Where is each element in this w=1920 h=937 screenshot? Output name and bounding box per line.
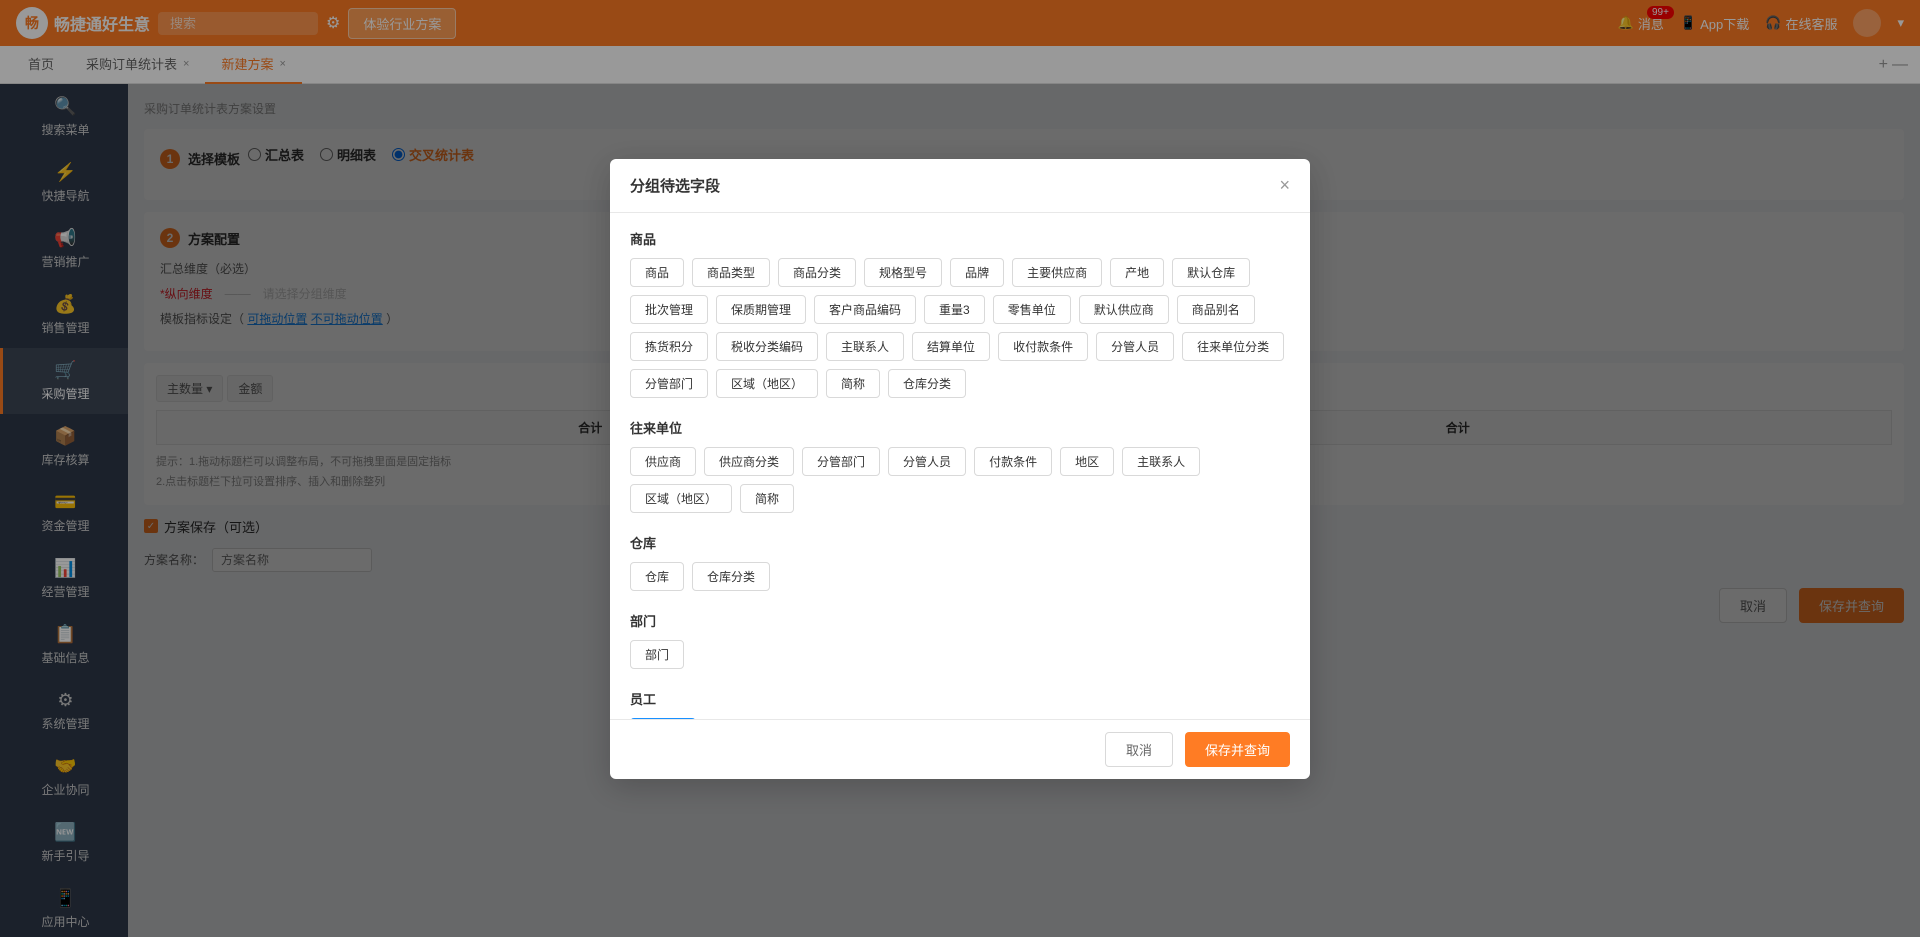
field-default-supplier[interactable]: 默认供应商 <box>1079 295 1169 324</box>
field-brand[interactable]: 品牌 <box>950 258 1004 287</box>
field-payment-terms[interactable]: 收付款条件 <box>998 332 1088 361</box>
field-pick-score[interactable]: 拣货积分 <box>630 332 708 361</box>
field-area-region[interactable]: 区域（地区） <box>716 369 818 398</box>
field-settlement-unit[interactable]: 结算单位 <box>912 332 990 361</box>
field-weight3[interactable]: 重量3 <box>924 295 985 324</box>
field-product-category[interactable]: 商品分类 <box>778 258 856 287</box>
modal-close-button[interactable]: × <box>1279 175 1290 196</box>
field-product-type[interactable]: 商品类型 <box>692 258 770 287</box>
field-party-dept[interactable]: 分管部门 <box>802 447 880 476</box>
modal-cancel-button[interactable]: 取消 <box>1105 732 1173 767</box>
field-spec-model[interactable]: 规格型号 <box>864 258 942 287</box>
field-main-supplier[interactable]: 主要供应商 <box>1012 258 1102 287</box>
section-warehouse-title: 仓库 <box>630 533 1290 552</box>
field-main-contact[interactable]: 主联系人 <box>826 332 904 361</box>
field-customer-code[interactable]: 客户商品编码 <box>814 295 916 324</box>
field-manager[interactable]: 分管人员 <box>1096 332 1174 361</box>
field-party-category[interactable]: 往来单位分类 <box>1182 332 1284 361</box>
modal-save-query-button[interactable]: 保存并查询 <box>1185 732 1290 767</box>
field-supplier-category[interactable]: 供应商分类 <box>704 447 794 476</box>
section-dept: 部门 部门 <box>630 611 1290 669</box>
field-region[interactable]: 地区 <box>1060 447 1114 476</box>
field-party-abbr[interactable]: 简称 <box>740 484 794 513</box>
dept-fields: 部门 <box>630 640 1290 669</box>
section-product: 商品 商品 商品类型 商品分类 规格型号 品牌 主要供应商 产地 默认仓库 批次… <box>630 229 1290 398</box>
field-warehouse[interactable]: 仓库 <box>630 562 684 591</box>
section-dept-title: 部门 <box>630 611 1290 630</box>
section-product-title: 商品 <box>630 229 1290 248</box>
modal-header: 分组待选字段 × <box>610 159 1310 213</box>
section-employee-title: 员工 <box>630 689 1290 708</box>
field-origin[interactable]: 产地 <box>1110 258 1164 287</box>
modal-overlay: 分组待选字段 × 商品 商品 商品类型 商品分类 规格型号 品牌 主要供应商 产… <box>0 0 1920 937</box>
section-party-title: 往来单位 <box>630 418 1290 437</box>
modal-footer: 取消 保存并查询 <box>610 719 1310 779</box>
product-fields: 商品 商品类型 商品分类 规格型号 品牌 主要供应商 产地 默认仓库 批次管理 … <box>630 258 1290 398</box>
field-selection-modal: 分组待选字段 × 商品 商品 商品类型 商品分类 规格型号 品牌 主要供应商 产… <box>610 159 1310 779</box>
field-dept[interactable]: 分管部门 <box>630 369 708 398</box>
field-party-contact[interactable]: 主联系人 <box>1122 447 1200 476</box>
field-default-warehouse[interactable]: 默认仓库 <box>1172 258 1250 287</box>
party-fields: 供应商 供应商分类 分管部门 分管人员 付款条件 地区 主联系人 区域（地区） … <box>630 447 1290 513</box>
warehouse-fields: 仓库 仓库分类 <box>630 562 1290 591</box>
modal-title: 分组待选字段 <box>630 175 720 196</box>
field-warehouse-cat[interactable]: 仓库分类 <box>692 562 770 591</box>
field-tax-code[interactable]: 税收分类编码 <box>716 332 818 361</box>
field-abbr[interactable]: 简称 <box>826 369 880 398</box>
field-pay-terms[interactable]: 付款条件 <box>974 447 1052 476</box>
section-warehouse: 仓库 仓库 仓库分类 <box>630 533 1290 591</box>
field-party-manager[interactable]: 分管人员 <box>888 447 966 476</box>
field-product[interactable]: 商品 <box>630 258 684 287</box>
field-product-alias[interactable]: 商品别名 <box>1177 295 1255 324</box>
field-warehouse-category[interactable]: 仓库分类 <box>888 369 966 398</box>
section-party: 往来单位 供应商 供应商分类 分管部门 分管人员 付款条件 地区 主联系人 区域… <box>630 418 1290 513</box>
field-batch-mgmt[interactable]: 批次管理 <box>630 295 708 324</box>
field-shelf-life[interactable]: 保质期管理 <box>716 295 806 324</box>
field-retail-unit[interactable]: 零售单位 <box>993 295 1071 324</box>
section-employee: 员工 业务员 <box>630 689 1290 719</box>
field-department[interactable]: 部门 <box>630 640 684 669</box>
field-party-area[interactable]: 区域（地区） <box>630 484 732 513</box>
modal-body: 商品 商品 商品类型 商品分类 规格型号 品牌 主要供应商 产地 默认仓库 批次… <box>610 213 1310 719</box>
field-supplier[interactable]: 供应商 <box>630 447 696 476</box>
